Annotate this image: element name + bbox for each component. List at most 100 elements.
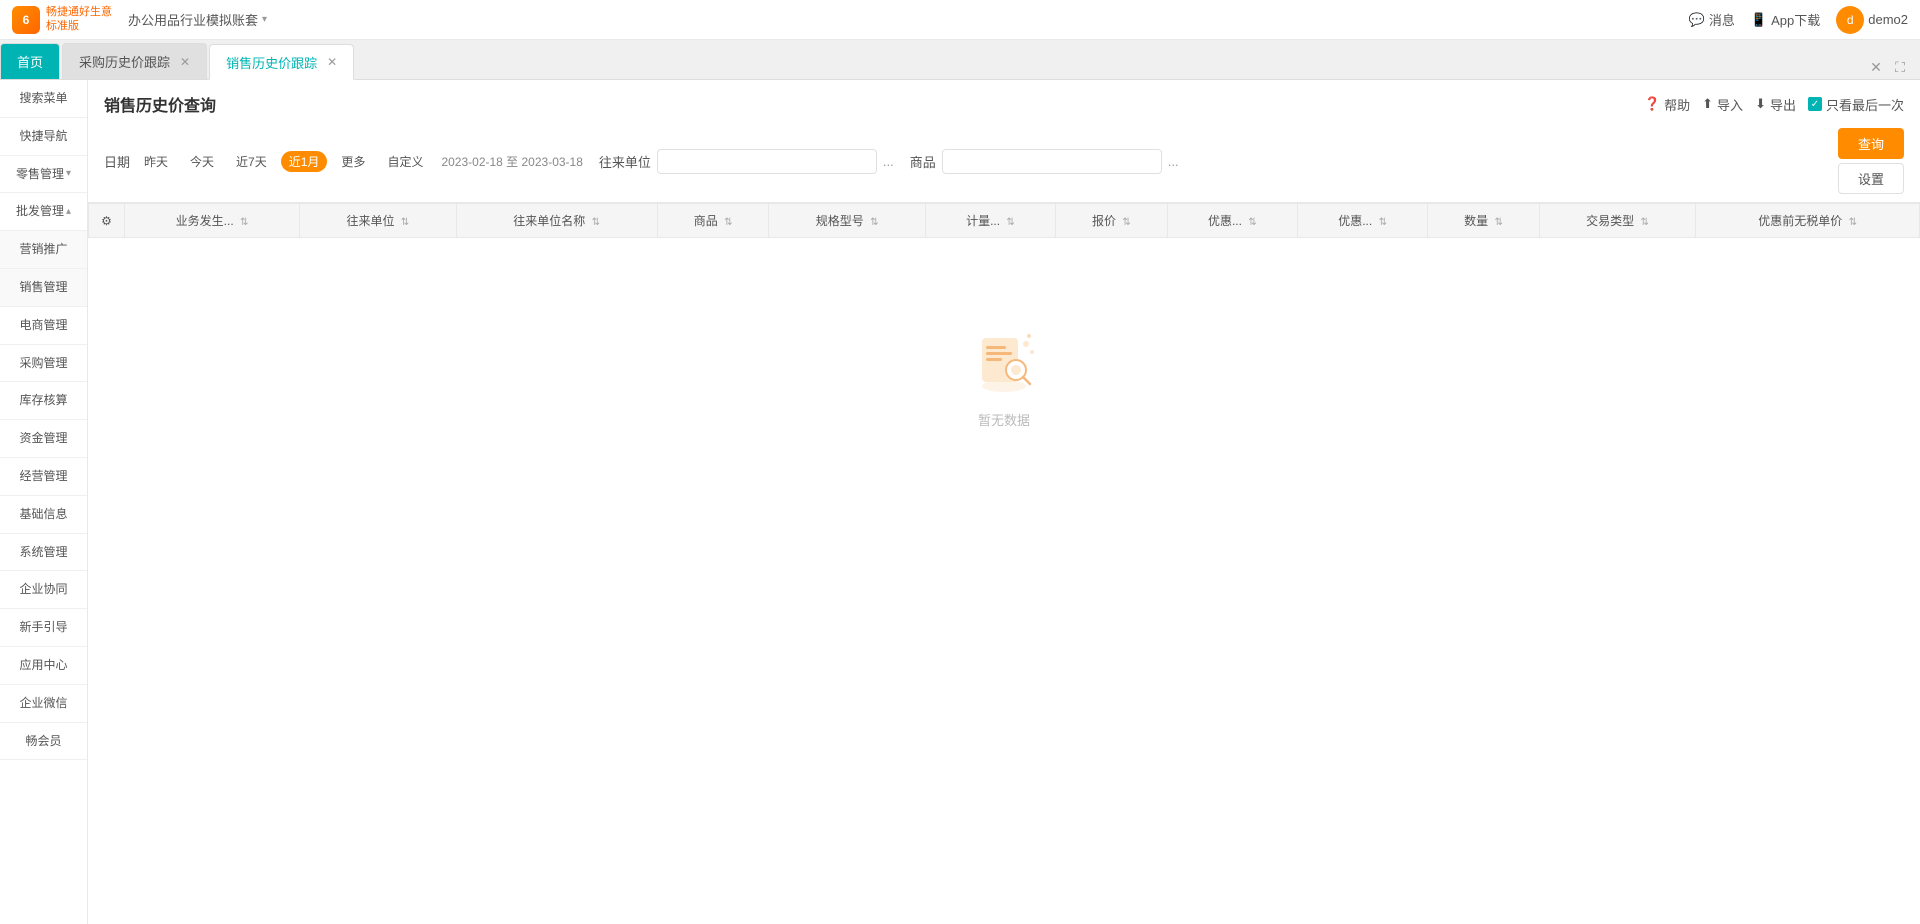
user-menu[interactable]: d demo2 — [1836, 6, 1908, 34]
tab-purchase-history[interactable]: 采购历史价跟踪 ✕ — [62, 43, 207, 79]
tab-sales-history[interactable]: 销售历史价跟踪 ✕ — [209, 44, 354, 80]
goods-input[interactable] — [942, 149, 1162, 174]
chevron-down-icon: ▾ — [66, 167, 71, 181]
download-icon: 📱 — [1751, 12, 1767, 28]
sidebar-item-purchase-mgmt[interactable]: 采购管理 — [0, 345, 87, 383]
sidebar-item-search-menu[interactable]: 搜索菜单 — [0, 80, 87, 118]
th-unit[interactable]: 计量... ⇅ — [925, 204, 1055, 238]
logo-icon: 6 — [12, 6, 40, 34]
help-button[interactable]: ❓ 帮助 — [1644, 95, 1690, 114]
date-btn-1month[interactable]: 近1月 — [281, 151, 328, 172]
goods-filter-group: 商品 ... — [910, 149, 1179, 174]
date-btn-more[interactable]: 更多 — [333, 151, 373, 172]
query-settings: 查询 设置 — [1838, 128, 1904, 194]
window-close-button[interactable]: ✕ — [1868, 59, 1884, 75]
sidebar-item-wholesale-mgmt[interactable]: 批发管理 ▴ — [0, 193, 87, 231]
chevron-up-icon: ▴ — [66, 205, 71, 219]
th-partner-name[interactable]: 往来单位名称 ⇅ — [456, 204, 657, 238]
sort-icon: ⇅ — [1379, 217, 1387, 228]
partner-filter-label: 往来单位 — [599, 152, 651, 171]
page-header: 销售历史价查询 ❓ 帮助 ⬆ 导入 ⬇ 导出 ✓ — [88, 80, 1920, 203]
tab-sales-history-close[interactable]: ✕ — [327, 55, 337, 69]
sidebar-item-enterprise-wechat[interactable]: 企业微信 — [0, 685, 87, 723]
sort-icon: ⇅ — [1006, 217, 1014, 228]
sidebar-item-ecommerce-mgmt[interactable]: 电商管理 — [0, 307, 87, 345]
sidebar: 搜索菜单 快捷导航 零售管理 ▾ 批发管理 ▴ 营销推广 销售管理 电商管理 采… — [0, 80, 88, 924]
partner-filter-group: 往来单位 ... — [599, 149, 894, 174]
sort-icon: ⇅ — [240, 217, 248, 228]
message-icon: 💬 — [1689, 12, 1705, 28]
tab-home[interactable]: 首页 — [0, 43, 60, 79]
sort-icon: ⇅ — [1495, 217, 1503, 228]
topbar: 6 畅捷通好生意 标准版 办公用品行业模拟账套 ▾ 💬 消息 📱 App下载 d… — [0, 0, 1920, 40]
th-settings[interactable]: ⚙ — [89, 204, 125, 238]
date-filter-group: 日期 昨天 今天 近7天 近1月 更多 自定义 2023-02-18 至 202… — [104, 151, 583, 172]
sort-icon: ⇅ — [870, 217, 878, 228]
messages-button[interactable]: 💬 消息 — [1689, 10, 1735, 29]
logo-area: 6 畅捷通好生意 标准版 — [12, 6, 112, 34]
help-icon: ❓ — [1644, 96, 1660, 112]
sort-icon: ⇅ — [724, 217, 732, 228]
th-goods[interactable]: 商品 ⇅ — [657, 204, 769, 238]
window-controls: ✕ ⛶ — [1868, 59, 1920, 79]
table-area: ⚙ 业务发生... ⇅ 往来单位 ⇅ 往来单位名称 ⇅ — [88, 203, 1920, 924]
partner-input[interactable] — [657, 149, 877, 174]
th-spec[interactable]: 规格型号 ⇅ — [769, 204, 925, 238]
data-table: ⚙ 业务发生... ⇅ 往来单位 ⇅ 往来单位名称 ⇅ — [88, 203, 1920, 509]
sidebar-item-sales-mgmt[interactable]: 销售管理 — [0, 269, 87, 307]
only-last-checkbox-label[interactable]: ✓ 只看最后一次 — [1808, 95, 1904, 114]
th-qty[interactable]: 数量 ⇅ — [1428, 204, 1540, 238]
sidebar-item-inventory[interactable]: 库存核算 — [0, 382, 87, 420]
sidebar-item-finance-mgmt[interactable]: 资金管理 — [0, 420, 87, 458]
gear-icon[interactable]: ⚙ — [99, 214, 114, 228]
topbar-right: 💬 消息 📱 App下载 d demo2 — [1689, 6, 1908, 34]
th-discount2[interactable]: 优惠... ⇅ — [1297, 204, 1427, 238]
tab-purchase-history-close[interactable]: ✕ — [180, 55, 190, 69]
page-title-row: 销售历史价查询 ❓ 帮助 ⬆ 导入 ⬇ 导出 ✓ — [104, 92, 1904, 116]
th-price[interactable]: 报价 ⇅ — [1056, 204, 1168, 238]
th-pre-tax-price[interactable]: 优惠前无税单价 ⇅ — [1696, 204, 1920, 238]
partner-dots-button[interactable]: ... — [883, 154, 894, 169]
date-btn-yesterday[interactable]: 昨天 — [136, 151, 176, 172]
filter-row: 日期 昨天 今天 近7天 近1月 更多 自定义 2023-02-18 至 202… — [104, 128, 1904, 194]
main-layout: 搜索菜单 快捷导航 零售管理 ▾ 批发管理 ▴ 营销推广 销售管理 电商管理 采… — [0, 80, 1920, 924]
goods-dots-button[interactable]: ... — [1168, 154, 1179, 169]
tab-sales-history-label: 销售历史价跟踪 — [226, 53, 317, 72]
tab-purchase-history-label: 采购历史价跟踪 — [79, 52, 170, 71]
sidebar-item-new-guide[interactable]: 新手引导 — [0, 609, 87, 647]
sidebar-item-vip[interactable]: 畅会员 — [0, 723, 87, 761]
sidebar-item-enterprise-collab[interactable]: 企业协同 — [0, 571, 87, 609]
date-btn-7days[interactable]: 近7天 — [228, 151, 275, 172]
checkbox-checked-icon: ✓ — [1808, 97, 1822, 111]
date-btn-custom[interactable]: 自定义 — [379, 151, 431, 172]
goods-filter-label: 商品 — [910, 152, 936, 171]
settings-button[interactable]: 设置 — [1838, 163, 1904, 194]
empty-state-text: 暂无数据 — [978, 410, 1030, 429]
th-biz-date[interactable]: 业务发生... ⇅ — [125, 204, 300, 238]
import-button[interactable]: ⬆ 导入 — [1702, 95, 1743, 114]
table-header-row: ⚙ 业务发生... ⇅ 往来单位 ⇅ 往来单位名称 ⇅ — [89, 204, 1920, 238]
empty-state: 暂无数据 — [89, 238, 1920, 509]
sidebar-item-marketing[interactable]: 营销推广 — [0, 231, 87, 269]
sidebar-item-retail-mgmt[interactable]: 零售管理 ▾ — [0, 156, 87, 194]
avatar: d — [1836, 6, 1864, 34]
date-btn-today[interactable]: 今天 — [182, 151, 222, 172]
app-name: 办公用品行业模拟账套 — [128, 10, 258, 29]
th-partner-code[interactable]: 往来单位 ⇅ — [300, 204, 456, 238]
window-maximize-button[interactable]: ⛶ — [1892, 59, 1908, 75]
sidebar-item-basic-info[interactable]: 基础信息 — [0, 496, 87, 534]
query-button[interactable]: 查询 — [1838, 128, 1904, 159]
th-discount1[interactable]: 优惠... ⇅ — [1167, 204, 1297, 238]
chevron-down-icon: ▾ — [262, 14, 267, 25]
sort-icon: ⇅ — [1248, 217, 1256, 228]
export-button[interactable]: ⬇ 导出 — [1755, 95, 1796, 114]
sidebar-item-system-mgmt[interactable]: 系统管理 — [0, 534, 87, 572]
sidebar-item-app-center[interactable]: 应用中心 — [0, 647, 87, 685]
topbar-left: 6 畅捷通好生意 标准版 办公用品行业模拟账套 ▾ — [12, 6, 275, 34]
sidebar-item-operations-mgmt[interactable]: 经营管理 — [0, 458, 87, 496]
app-selector[interactable]: 办公用品行业模拟账套 ▾ — [120, 6, 275, 33]
app-download-button[interactable]: 📱 App下载 — [1751, 10, 1820, 29]
page-title: 销售历史价查询 — [104, 92, 216, 116]
th-trade-type[interactable]: 交易类型 ⇅ — [1539, 204, 1695, 238]
sidebar-item-quick-nav[interactable]: 快捷导航 — [0, 118, 87, 156]
